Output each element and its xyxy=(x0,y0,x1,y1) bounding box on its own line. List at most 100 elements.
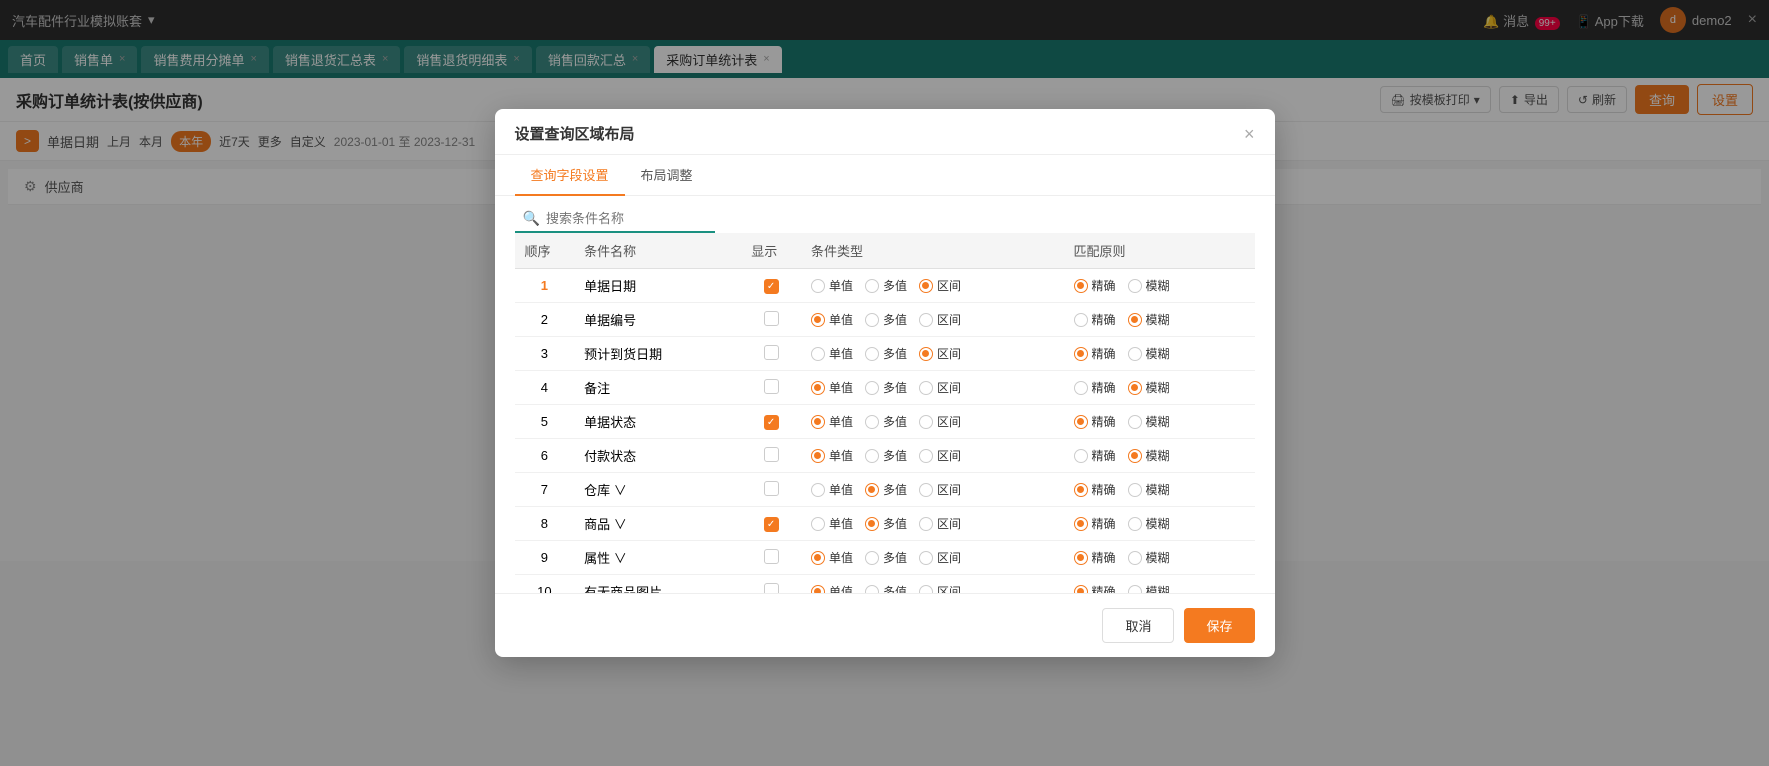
display-checkbox[interactable] xyxy=(764,379,779,394)
row-display[interactable] xyxy=(741,371,801,405)
type-radio-多值[interactable]: 多值 xyxy=(865,413,907,430)
match-radio-精确[interactable]: 精确 xyxy=(1074,413,1116,430)
match-radio-精确[interactable]: 精确 xyxy=(1074,515,1116,532)
type-radio-单值[interactable]: 单值 xyxy=(811,583,853,593)
table-row: 3预计到货日期单值多值区间精确模糊 xyxy=(515,337,1255,371)
match-radio-精确[interactable]: 精确 xyxy=(1074,583,1116,593)
match-radio-模糊[interactable]: 模糊 xyxy=(1128,447,1170,464)
row-display[interactable] xyxy=(741,575,801,594)
type-radio-区间[interactable]: 区间 xyxy=(919,549,961,566)
type-radio-区间[interactable]: 区间 xyxy=(919,345,961,362)
type-radio-区间[interactable]: 区间 xyxy=(919,515,961,532)
radio-label: 多值 xyxy=(883,277,907,294)
radio-label: 单值 xyxy=(829,549,853,566)
row-display[interactable] xyxy=(741,473,801,507)
type-radio-多值[interactable]: 多值 xyxy=(865,583,907,593)
row-display[interactable] xyxy=(741,337,801,371)
radio-circle xyxy=(1074,381,1088,395)
type-radio-区间[interactable]: 区间 xyxy=(919,583,961,593)
radio-circle xyxy=(865,449,879,463)
row-display[interactable] xyxy=(741,303,801,337)
type-radio-单值[interactable]: 单值 xyxy=(811,379,853,396)
table-row: 4备注单值多值区间精确模糊 xyxy=(515,371,1255,405)
display-checkbox[interactable] xyxy=(764,345,779,360)
match-radio-模糊[interactable]: 模糊 xyxy=(1128,277,1170,294)
type-radio-区间[interactable]: 区间 xyxy=(919,379,961,396)
tab-layout[interactable]: 布局调整 xyxy=(625,155,709,196)
config-table: 顺序 条件名称 显示 条件类型 匹配原则 xyxy=(515,233,1255,593)
type-radio-区间[interactable]: 区间 xyxy=(919,277,961,294)
row-display[interactable] xyxy=(741,405,801,439)
display-checkbox[interactable] xyxy=(764,311,779,326)
search-input[interactable] xyxy=(546,211,686,226)
match-radio-精确[interactable]: 精确 xyxy=(1074,311,1116,328)
match-radio-模糊[interactable]: 模糊 xyxy=(1128,481,1170,498)
display-checkbox[interactable] xyxy=(764,447,779,462)
match-radio-精确[interactable]: 精确 xyxy=(1074,447,1116,464)
type-radio-多值[interactable]: 多值 xyxy=(865,481,907,498)
row-display[interactable] xyxy=(741,541,801,575)
radio-label: 区间 xyxy=(937,413,961,430)
type-radio-单值[interactable]: 单值 xyxy=(811,413,853,430)
radio-label: 模糊 xyxy=(1146,277,1170,294)
match-radio-精确[interactable]: 精确 xyxy=(1074,379,1116,396)
type-radio-区间[interactable]: 区间 xyxy=(919,481,961,498)
cancel-button[interactable]: 取消 xyxy=(1102,608,1174,643)
type-radio-区间[interactable]: 区间 xyxy=(919,413,961,430)
type-radio-单值[interactable]: 单值 xyxy=(811,515,853,532)
tab-query-fields[interactable]: 查询字段设置 xyxy=(515,155,625,196)
radio-label: 多值 xyxy=(883,345,907,362)
match-radio-模糊[interactable]: 模糊 xyxy=(1128,515,1170,532)
match-radio-模糊[interactable]: 模糊 xyxy=(1128,413,1170,430)
type-radio-区间[interactable]: 区间 xyxy=(919,311,961,328)
radio-label: 模糊 xyxy=(1146,379,1170,396)
type-radio-单值[interactable]: 单值 xyxy=(811,481,853,498)
type-radio-单值[interactable]: 单值 xyxy=(811,311,853,328)
type-radio-多值[interactable]: 多值 xyxy=(865,515,907,532)
type-radio-多值[interactable]: 多值 xyxy=(865,345,907,362)
radio-label: 多值 xyxy=(883,481,907,498)
match-radio-精确[interactable]: 精确 xyxy=(1074,549,1116,566)
row-display[interactable] xyxy=(741,439,801,473)
radio-circle xyxy=(811,449,825,463)
radio-circle xyxy=(919,449,933,463)
match-radio-精确[interactable]: 精确 xyxy=(1074,277,1116,294)
radio-circle xyxy=(865,279,879,293)
match-radio-精确[interactable]: 精确 xyxy=(1074,345,1116,362)
display-checkbox[interactable] xyxy=(764,481,779,496)
match-radio-精确[interactable]: 精确 xyxy=(1074,481,1116,498)
display-checkbox[interactable] xyxy=(764,549,779,564)
type-radio-多值[interactable]: 多值 xyxy=(865,311,907,328)
radio-circle xyxy=(1128,517,1142,531)
radio-label: 单值 xyxy=(829,413,853,430)
display-checkbox[interactable] xyxy=(764,279,779,294)
type-radio-多值[interactable]: 多值 xyxy=(865,379,907,396)
match-radio-模糊[interactable]: 模糊 xyxy=(1128,583,1170,593)
table-row: 6付款状态单值多值区间精确模糊 xyxy=(515,439,1255,473)
display-checkbox[interactable] xyxy=(764,415,779,430)
type-radio-单值[interactable]: 单值 xyxy=(811,447,853,464)
row-type: 单值多值 区间 xyxy=(801,405,1064,439)
display-checkbox[interactable] xyxy=(764,583,779,594)
row-order: 6 xyxy=(515,439,575,473)
radio-label: 单值 xyxy=(829,379,853,396)
type-radio-单值[interactable]: 单值 xyxy=(811,345,853,362)
row-display[interactable] xyxy=(741,507,801,541)
type-radio-多值[interactable]: 多值 xyxy=(865,277,907,294)
dialog-close-button[interactable]: × xyxy=(1244,125,1255,143)
match-radio-模糊[interactable]: 模糊 xyxy=(1128,379,1170,396)
type-radio-区间[interactable]: 区间 xyxy=(919,447,961,464)
type-radio-多值[interactable]: 多值 xyxy=(865,549,907,566)
radio-circle xyxy=(865,517,879,531)
row-name: 单据日期 xyxy=(574,269,741,303)
save-button[interactable]: 保存 xyxy=(1184,608,1254,643)
type-radio-多值[interactable]: 多值 xyxy=(865,447,907,464)
match-radio-模糊[interactable]: 模糊 xyxy=(1128,345,1170,362)
row-display[interactable] xyxy=(741,269,801,303)
type-radio-单值[interactable]: 单值 xyxy=(811,277,853,294)
radio-label: 精确 xyxy=(1092,379,1116,396)
match-radio-模糊[interactable]: 模糊 xyxy=(1128,311,1170,328)
display-checkbox[interactable] xyxy=(764,517,779,532)
match-radio-模糊[interactable]: 模糊 xyxy=(1128,549,1170,566)
type-radio-单值[interactable]: 单值 xyxy=(811,549,853,566)
